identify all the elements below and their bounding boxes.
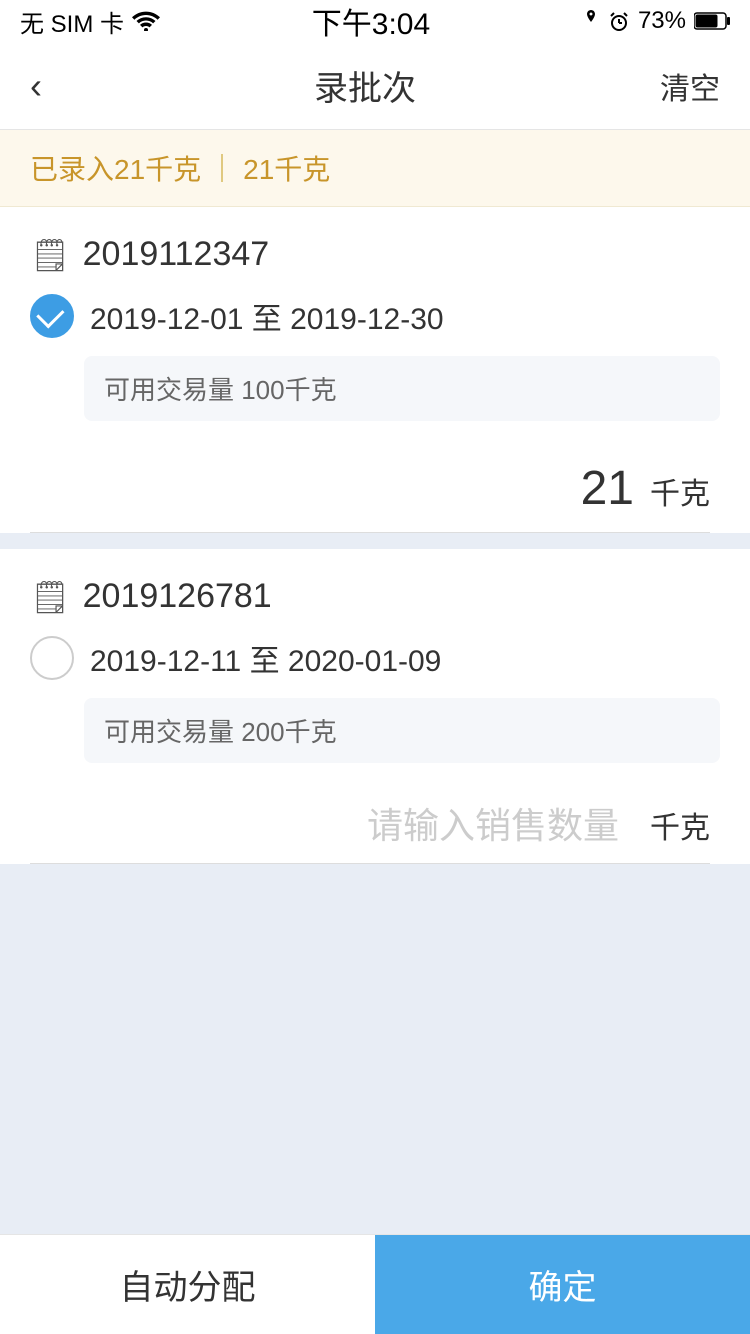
nav-bar: ‹ 录批次 清空 — [0, 42, 750, 130]
batch2-date-row[interactable]: 2019-12-11 至 2020-01-09 — [0, 626, 750, 690]
batch1-id: 2019112347 — [83, 235, 270, 274]
no-sim-text: 无 SIM 卡 — [20, 4, 124, 39]
location-icon — [582, 10, 600, 32]
batch2-radio[interactable] — [30, 636, 74, 680]
clear-button[interactable]: 清空 — [640, 64, 720, 108]
info-banner: 已录入21千克 21千克 — [0, 130, 750, 207]
batch2-header: 🗒 2019126781 — [0, 549, 750, 626]
info-divider — [221, 154, 223, 182]
batch2-icon: 🗒 — [30, 578, 71, 616]
batch1-amount: 21 — [581, 461, 634, 516]
batch1-unit: 千克 — [650, 469, 710, 513]
recorded-value: 21千克 — [243, 148, 330, 188]
alarm-icon — [608, 10, 630, 32]
batch1-date: 2019-12-01 至 2019-12-30 — [90, 294, 444, 338]
batch1-avail: 可用交易量 100千克 — [84, 356, 720, 421]
batch2-card: 🗒 2019126781 2019-12-11 至 2020-01-09 可用交… — [0, 549, 750, 864]
batch2-unit: 千克 — [650, 803, 710, 847]
batch1-card: 🗒 2019112347 2019-12-01 至 2019-12-30 可用交… — [0, 207, 750, 533]
status-bar: 无 SIM 卡 下午3:04 73% — [0, 0, 750, 42]
batch2-avail: 可用交易量 200千克 — [84, 698, 720, 763]
batch1-amount-row: 21 千克 — [0, 441, 750, 532]
quantity-input[interactable] — [284, 805, 634, 847]
batch1-header: 🗒 2019112347 — [0, 207, 750, 284]
section-divider-1 — [0, 533, 750, 549]
status-time: 下午3:04 — [312, 0, 430, 43]
batch2-id: 2019126781 — [83, 577, 272, 616]
battery-icon — [694, 12, 730, 30]
page-title: 录批次 — [314, 61, 416, 110]
batch2-input-row[interactable]: 千克 — [0, 783, 750, 863]
wifi-icon — [132, 11, 160, 31]
batch2-date: 2019-12-11 至 2020-01-09 — [90, 636, 441, 680]
batch1-radio[interactable] — [30, 294, 74, 338]
battery-percent: 73% — [638, 7, 686, 35]
bottom-bar: 自动分配 确定 — [0, 1234, 750, 1334]
batch1-icon: 🗒 — [30, 236, 71, 274]
status-right: 73% — [582, 7, 730, 35]
confirm-button[interactable]: 确定 — [375, 1235, 750, 1334]
recorded-label: 已录入21千克 — [30, 148, 201, 188]
auto-distribute-button[interactable]: 自动分配 — [0, 1235, 375, 1334]
status-left: 无 SIM 卡 — [20, 4, 160, 39]
back-button[interactable]: ‹ — [30, 65, 90, 107]
batch1-date-row[interactable]: 2019-12-01 至 2019-12-30 — [0, 284, 750, 348]
